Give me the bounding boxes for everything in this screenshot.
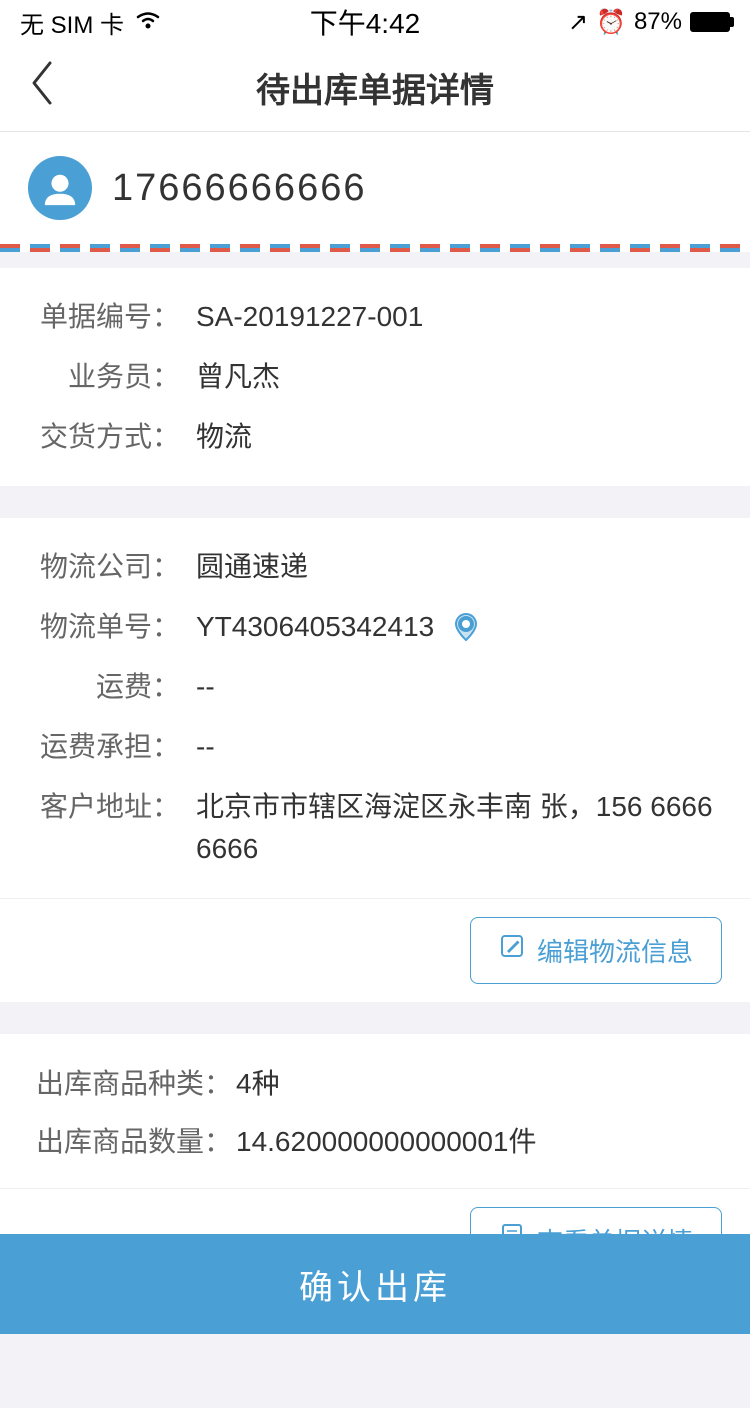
nav-bar: 待出库单据详情 <box>0 44 750 132</box>
edit-icon <box>499 933 527 968</box>
sales-person-value: 曾凡杰 <box>196 356 714 398</box>
freight-row: 运费： -- <box>36 666 714 708</box>
freight-bearer-row: 运费承担： -- <box>36 726 714 768</box>
location-pin-icon[interactable] <box>448 609 484 645</box>
goods-section: 出库商品种类： 4种 出库商品数量： 14.620000000000001件 <box>0 1034 750 1188</box>
sales-person-row: 业务员： 曾凡杰 <box>36 356 714 398</box>
delivery-method-value: 物流 <box>196 416 714 458</box>
order-info-section: 单据编号： SA-20191227-001 业务员： 曾凡杰 交货方式： 物流 <box>0 268 750 486</box>
goods-quantity-value: 14.620000000000001件 <box>236 1120 714 1160</box>
logistics-company-label: 物流公司： <box>36 546 196 588</box>
freight-label: 运费： <box>36 666 196 708</box>
section-gap-1 <box>0 486 750 502</box>
status-right: ↗ ⏰ 87% <box>568 8 730 37</box>
status-bar: 无 SIM 卡 下午4:42 ↗ ⏰ 87% <box>0 0 750 44</box>
goods-quantity-row: 出库商品数量： 14.620000000000001件 <box>36 1120 714 1160</box>
section-gap-2 <box>0 1002 750 1018</box>
edit-logistics-btn-row: 编辑物流信息 <box>0 898 750 1002</box>
customer-phone: 17666666666 <box>112 167 366 210</box>
sales-person-label: 业务员： <box>36 356 196 398</box>
address-label: 客户地址： <box>36 786 196 828</box>
alarm-icon: ⏰ <box>596 8 626 37</box>
back-button[interactable] <box>28 59 56 116</box>
edit-logistics-button[interactable]: 编辑物流信息 <box>470 917 722 984</box>
delivery-method-row: 交货方式： 物流 <box>36 416 714 458</box>
document-number-row: 单据编号： SA-20191227-001 <box>36 296 714 338</box>
content-area: 17666666666 单据编号： SA-20191227-001 业务员： 曾… <box>0 132 750 1408</box>
logistics-company-value: 圆通速递 <box>196 546 714 588</box>
avatar <box>28 156 92 220</box>
logistics-company-row: 物流公司： 圆通速递 <box>36 546 714 588</box>
tracking-number-row: 物流单号： YT4306405342413 <box>36 606 714 648</box>
edit-logistics-label: 编辑物流信息 <box>537 932 693 969</box>
goods-types-value: 4种 <box>236 1062 714 1102</box>
logistics-section: 物流公司： 圆通速递 物流单号： YT4306405342413 运费： -- <box>0 518 750 898</box>
confirm-outbound-button[interactable]: 确认出库 <box>0 1234 750 1334</box>
document-number-value: SA-20191227-001 <box>196 296 714 338</box>
wifi-icon <box>134 8 162 36</box>
document-number-label: 单据编号： <box>36 296 196 338</box>
customer-card: 17666666666 <box>0 132 750 244</box>
battery-icon <box>690 12 730 32</box>
goods-types-row: 出库商品种类： 4种 <box>36 1062 714 1102</box>
address-row: 客户地址： 北京市市辖区海淀区永丰南 张，156 6666 6666 <box>36 786 714 870</box>
delivery-method-label: 交货方式： <box>36 416 196 458</box>
dashed-separator <box>0 244 750 252</box>
carrier-label: 无 SIM 卡 <box>20 5 124 40</box>
goods-types-label: 出库商品种类： <box>36 1062 236 1102</box>
battery-label: 87% <box>634 8 682 36</box>
goods-quantity-label: 出库商品数量： <box>36 1120 236 1160</box>
status-left: 无 SIM 卡 <box>20 5 162 40</box>
freight-value: -- <box>196 666 714 708</box>
page-title: 待出库单据详情 <box>256 63 494 112</box>
confirm-outbound-label: 确认出库 <box>299 1260 451 1309</box>
status-time: 下午4:42 <box>310 2 421 42</box>
tracking-number-text: YT4306405342413 <box>196 606 434 648</box>
address-value: 北京市市辖区海淀区永丰南 张，156 6666 6666 <box>196 786 714 870</box>
tracking-number-label: 物流单号： <box>36 606 196 648</box>
location-status-icon: ↗ <box>568 8 588 37</box>
freight-bearer-label: 运费承担： <box>36 726 196 768</box>
freight-bearer-value: -- <box>196 726 714 768</box>
tracking-number-value: YT4306405342413 <box>196 606 714 648</box>
